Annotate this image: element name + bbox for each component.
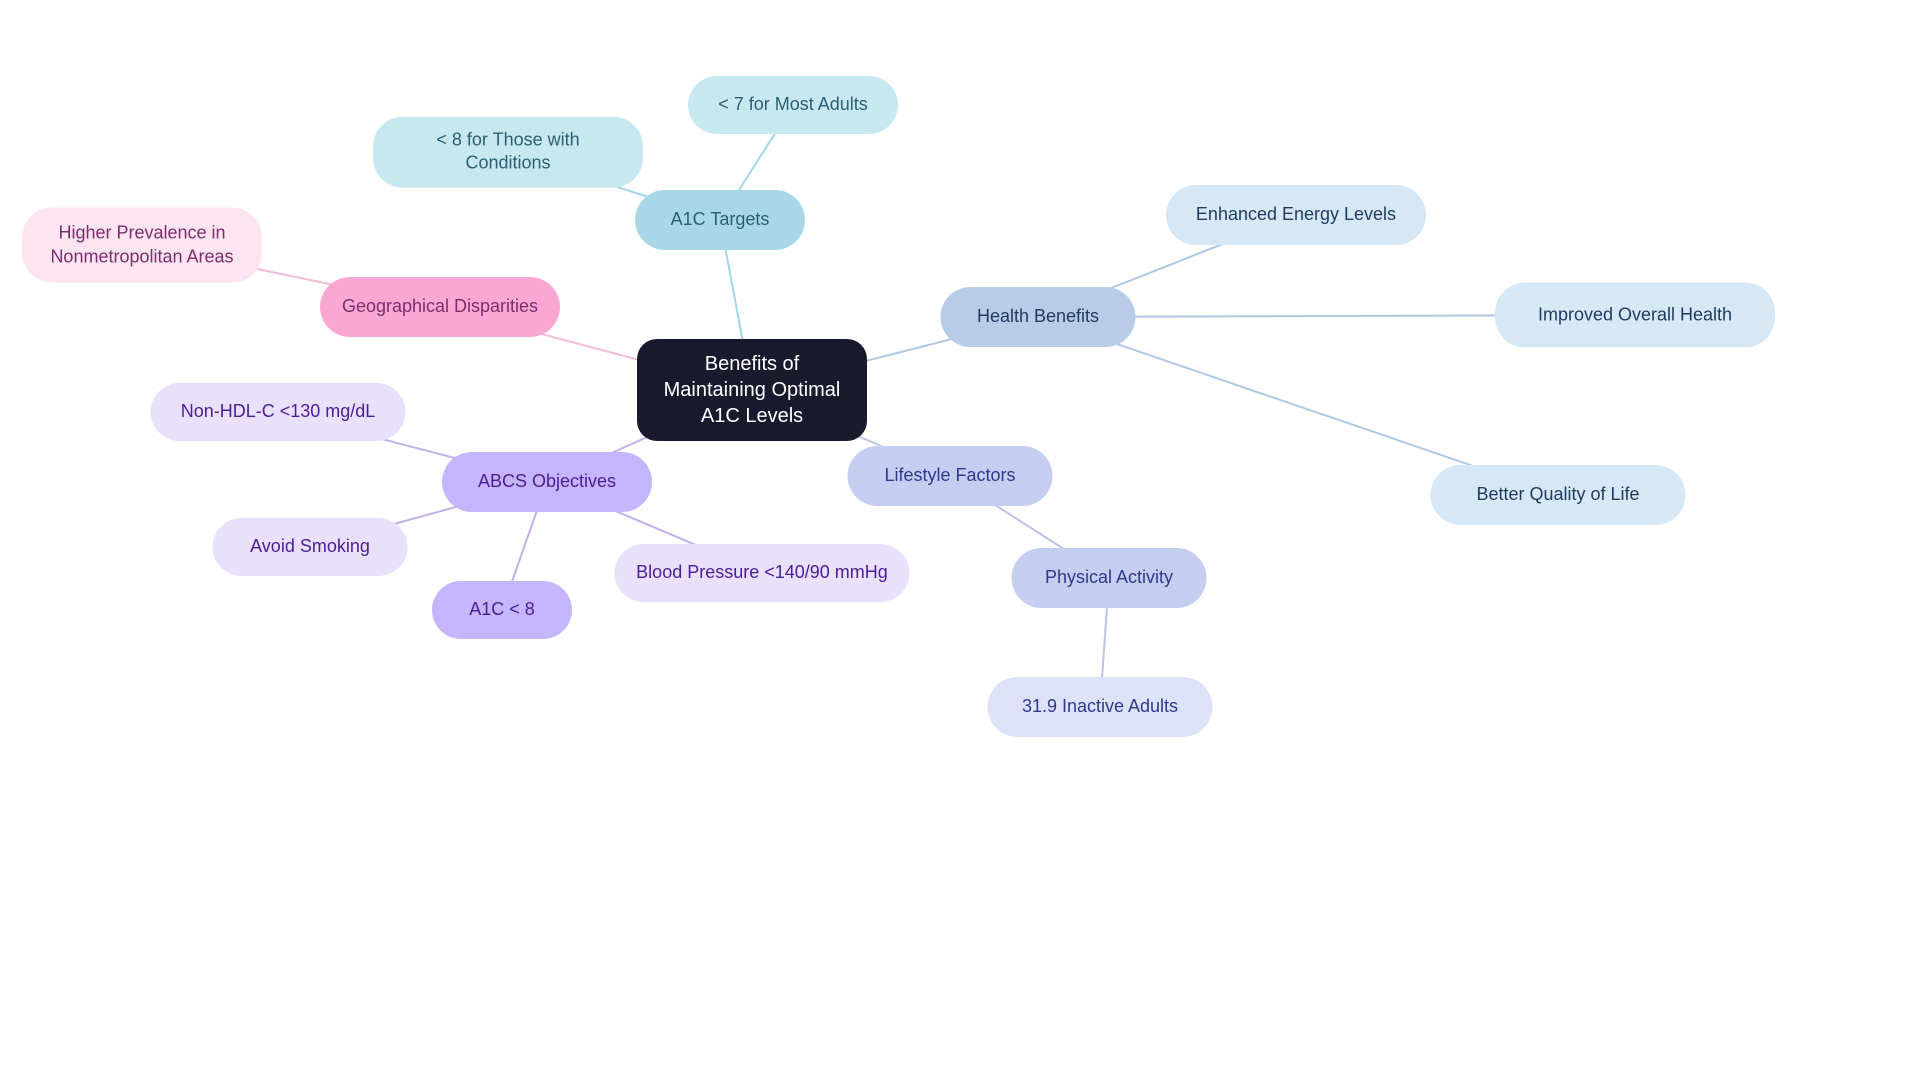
node-label: Benefits of Maintaining Optimal A1C Leve…: [657, 351, 847, 429]
node-central: Benefits of Maintaining Optimal A1C Leve…: [637, 339, 867, 441]
node-label: Lifestyle Factors: [884, 464, 1015, 487]
node-label: Avoid Smoking: [250, 535, 370, 558]
node-label: A1C < 8: [469, 598, 535, 621]
node-label: Better Quality of Life: [1476, 483, 1639, 506]
node-inactive-adults: 31.9 Inactive Adults: [988, 677, 1213, 737]
mindmap-container: Benefits of Maintaining Optimal A1C Leve…: [0, 0, 1920, 1083]
node-less8-conditions: < 8 for Those with Conditions: [373, 117, 643, 188]
node-a1c-less8: A1C < 8: [432, 581, 572, 639]
node-health-benefits: Health Benefits: [941, 287, 1136, 347]
node-higher-prevalence: Higher Prevalence in Nonmetropolitan Are…: [22, 208, 262, 283]
node-label: Geographical Disparities: [342, 295, 538, 318]
node-label: < 8 for Those with Conditions: [393, 129, 623, 176]
node-label: Higher Prevalence in Nonmetropolitan Are…: [42, 222, 242, 269]
node-lifestyle-factors: Lifestyle Factors: [848, 446, 1053, 506]
node-label: Improved Overall Health: [1538, 303, 1732, 326]
node-blood-pressure: Blood Pressure <140/90 mmHg: [615, 544, 910, 602]
node-label: 31.9 Inactive Adults: [1022, 695, 1178, 718]
node-physical-activity: Physical Activity: [1012, 548, 1207, 608]
node-geo-disparities: Geographical Disparities: [320, 277, 560, 337]
node-label: Non-HDL-C <130 mg/dL: [181, 400, 376, 423]
node-label: A1C Targets: [671, 208, 770, 231]
node-label: ABCS Objectives: [478, 470, 616, 493]
node-enhanced-energy: Enhanced Energy Levels: [1166, 185, 1426, 245]
node-better-quality: Better Quality of Life: [1431, 465, 1686, 525]
node-less7-adults: < 7 for Most Adults: [688, 76, 898, 134]
node-non-hdl: Non-HDL-C <130 mg/dL: [151, 383, 406, 441]
node-avoid-smoking: Avoid Smoking: [213, 518, 408, 576]
node-a1c-targets: A1C Targets: [635, 190, 805, 250]
node-label: Enhanced Energy Levels: [1196, 203, 1396, 226]
node-label: < 7 for Most Adults: [718, 93, 868, 116]
node-abcs-objectives: ABCS Objectives: [442, 452, 652, 512]
node-label: Physical Activity: [1045, 566, 1173, 589]
node-label: Blood Pressure <140/90 mmHg: [636, 561, 888, 584]
node-improved-health: Improved Overall Health: [1495, 283, 1775, 348]
node-label: Health Benefits: [977, 305, 1099, 328]
